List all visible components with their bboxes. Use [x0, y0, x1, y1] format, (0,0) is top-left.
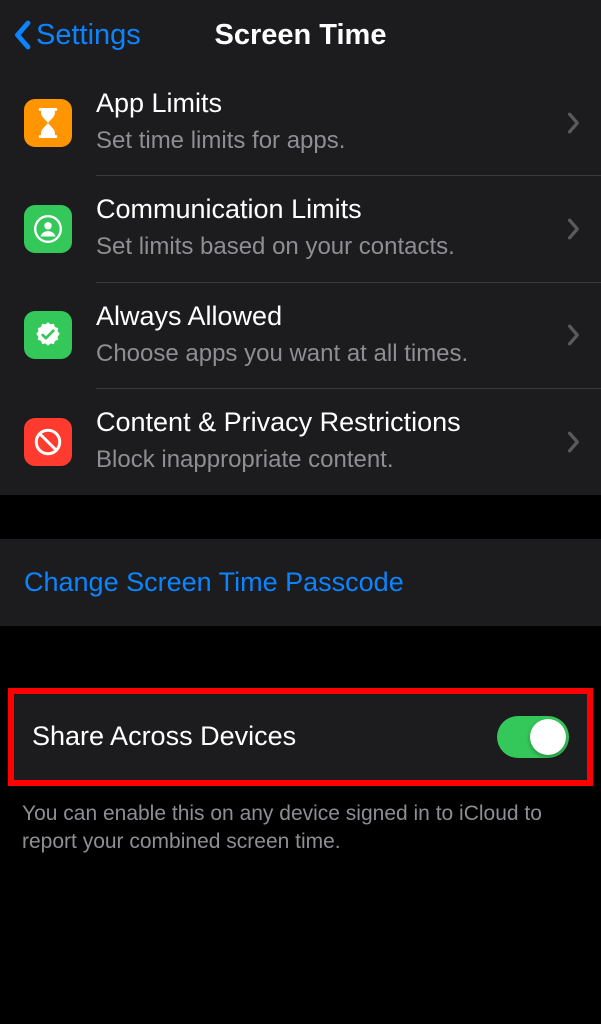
row-communication-limits[interactable]: Communication Limits Set limits based on… — [0, 176, 601, 281]
checkmark-seal-icon — [24, 311, 72, 359]
row-title: App Limits — [96, 88, 557, 119]
person-circle-icon — [24, 205, 72, 253]
back-label: Settings — [36, 19, 141, 52]
no-sign-icon — [24, 418, 72, 466]
hourglass-icon — [24, 99, 72, 147]
row-subtitle: Block inappropriate content. — [96, 444, 557, 476]
row-subtitle: Set limits based on your contacts. — [96, 231, 557, 263]
change-passcode-link: Change Screen Time Passcode — [24, 567, 577, 598]
chevron-right-icon — [567, 431, 581, 453]
chevron-right-icon — [567, 218, 581, 240]
chevron-right-icon — [567, 112, 581, 134]
back-button[interactable]: Settings — [12, 19, 141, 52]
row-title: Communication Limits — [96, 194, 557, 225]
row-content: Always Allowed Choose apps you want at a… — [96, 301, 557, 370]
row-content: App Limits Set time limits for apps. — [96, 88, 557, 157]
highlight-annotation: Share Across Devices — [8, 688, 593, 786]
nav-header: Settings Screen Time — [0, 0, 601, 70]
share-across-devices-toggle[interactable] — [497, 716, 569, 758]
row-content: Communication Limits Set limits based on… — [96, 194, 557, 263]
section-gap — [0, 626, 601, 670]
change-passcode-row[interactable]: Change Screen Time Passcode — [0, 539, 601, 626]
share-across-devices-row[interactable]: Share Across Devices — [14, 694, 587, 780]
row-subtitle: Choose apps you want at all times. — [96, 338, 557, 370]
section-gap — [0, 495, 601, 539]
row-title: Content & Privacy Restrictions — [96, 407, 557, 438]
row-content-privacy[interactable]: Content & Privacy Restrictions Block ina… — [0, 389, 601, 494]
share-across-devices-label: Share Across Devices — [32, 721, 497, 752]
settings-section: App Limits Set time limits for apps. Com… — [0, 70, 601, 495]
toggle-knob — [530, 719, 566, 755]
footer-description: You can enable this on any device signed… — [0, 790, 601, 867]
chevron-right-icon — [567, 324, 581, 346]
row-content: Content & Privacy Restrictions Block ina… — [96, 407, 557, 476]
row-title: Always Allowed — [96, 301, 557, 332]
page-title: Screen Time — [215, 19, 387, 52]
chevron-left-icon — [12, 20, 32, 50]
row-subtitle: Set time limits for apps. — [96, 125, 557, 157]
row-app-limits[interactable]: App Limits Set time limits for apps. — [0, 70, 601, 175]
row-always-allowed[interactable]: Always Allowed Choose apps you want at a… — [0, 283, 601, 388]
